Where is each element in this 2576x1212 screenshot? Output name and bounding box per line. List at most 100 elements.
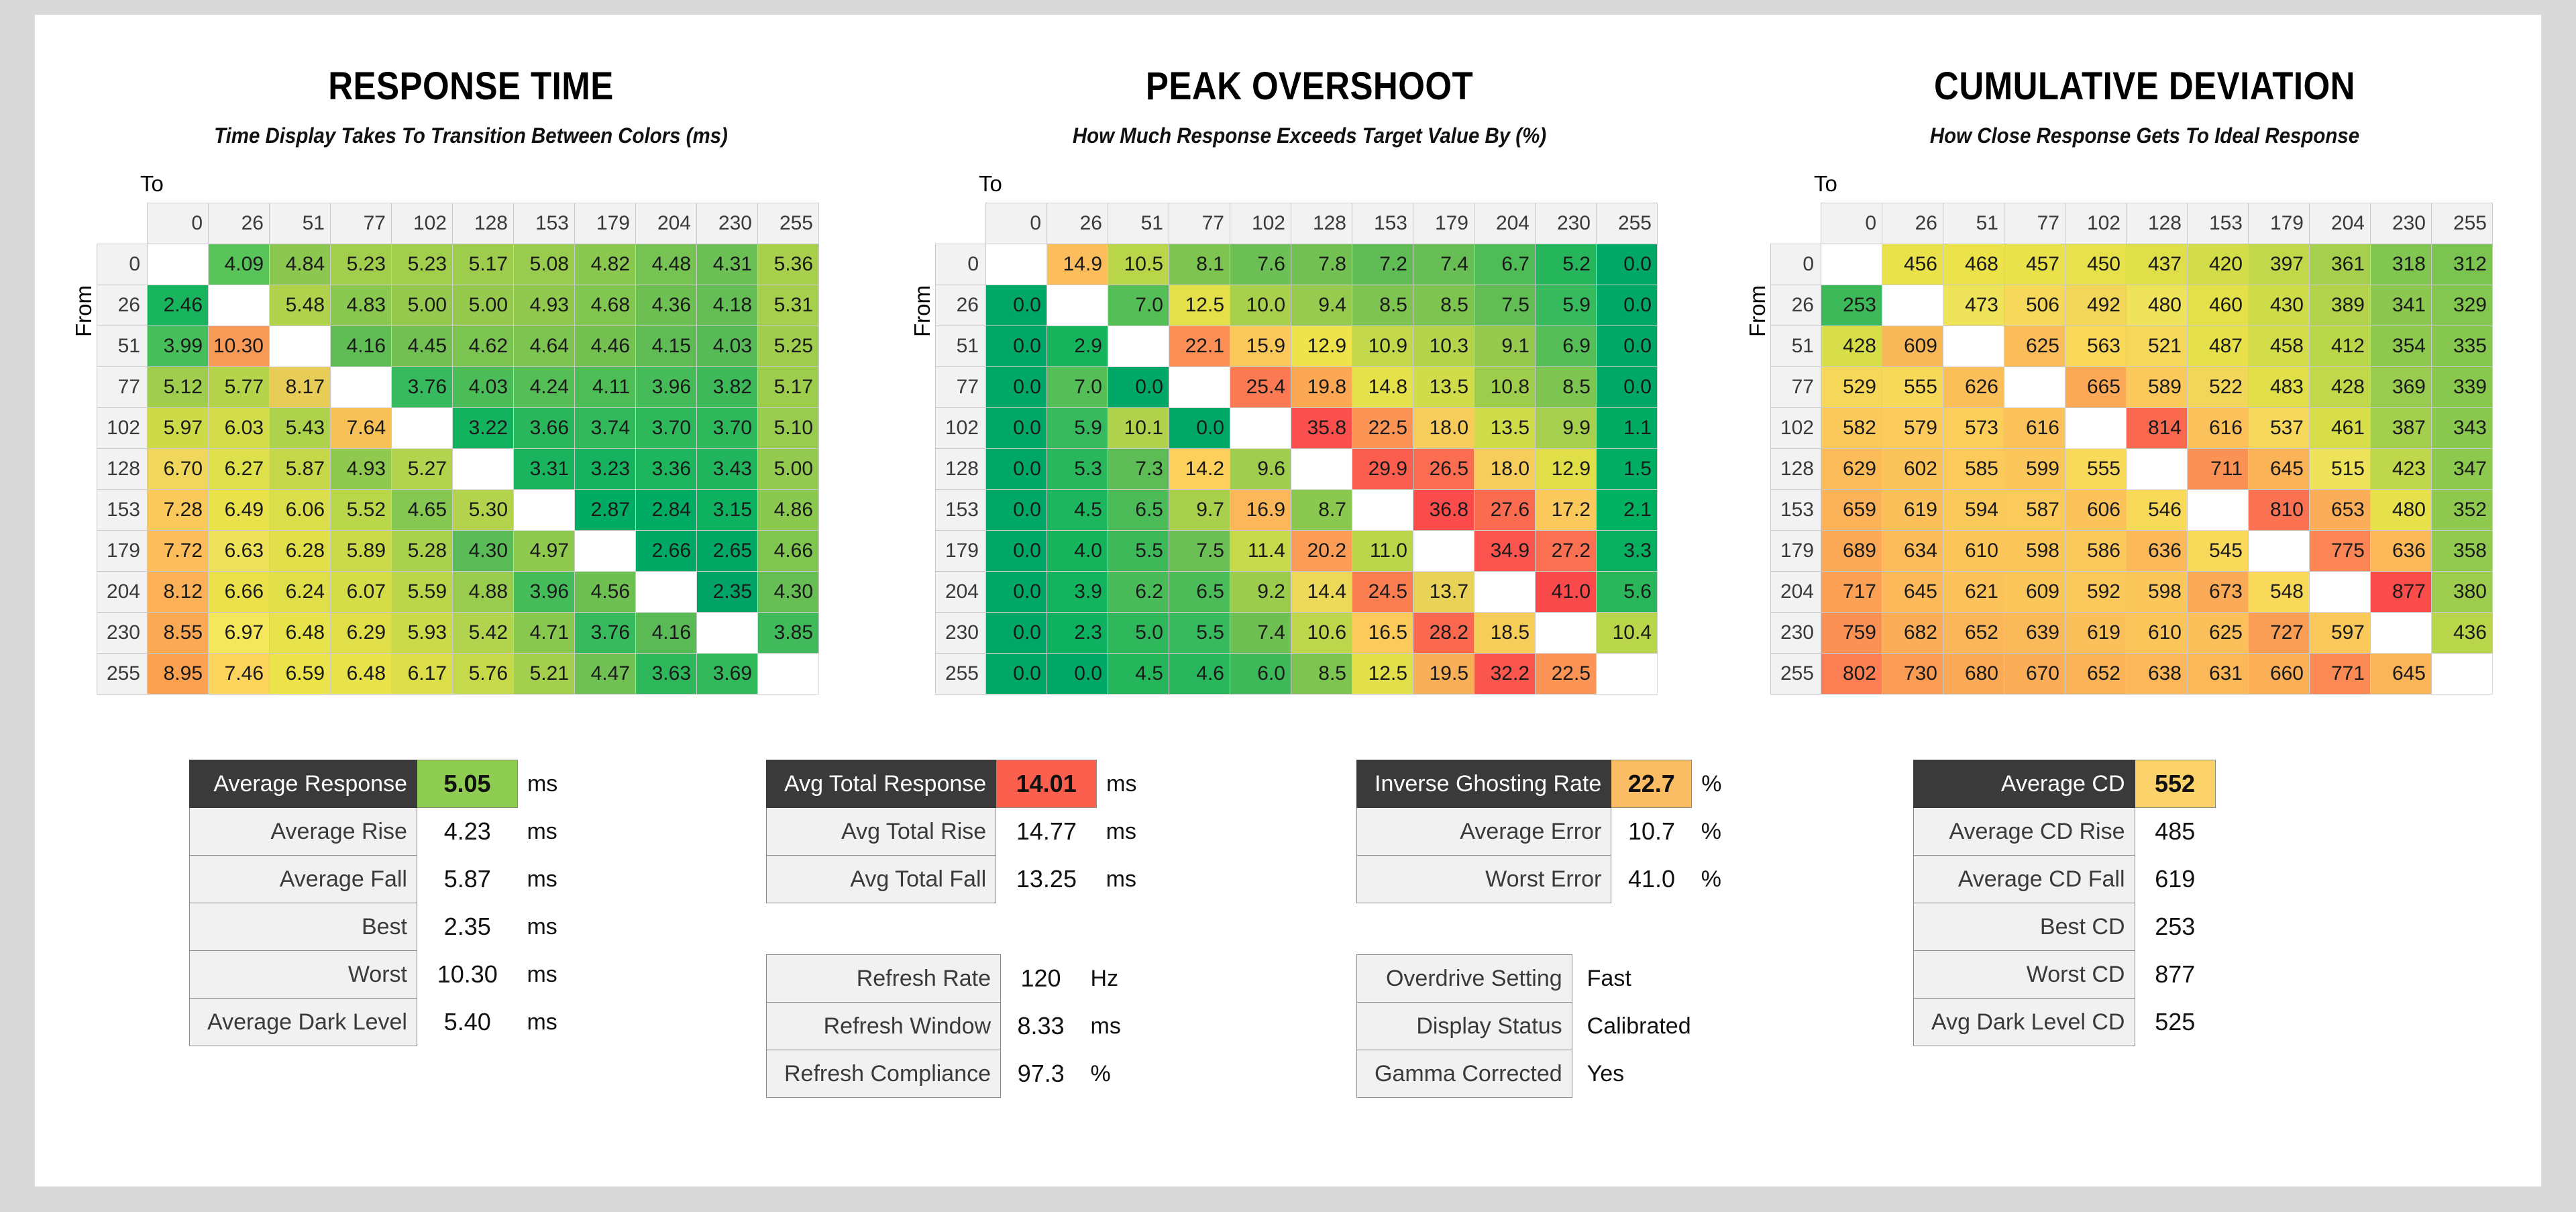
summary-label: Gamma Corrected — [1356, 1050, 1572, 1098]
column-header: 179 — [2248, 203, 2310, 244]
matrix-cell: 28.2 — [1413, 612, 1474, 654]
matrix-cell: 5.21 — [513, 653, 575, 695]
matrix-cell: 4.93 — [330, 448, 392, 490]
matrix-cell: 6.28 — [269, 530, 331, 572]
table-row: 26 253 473 506 492 480 460 430 389 341 329 — [1770, 285, 2493, 326]
table-row: 0 456 468 457 450 437 420 397 361 318 312 — [1770, 244, 2493, 285]
summary-row: Average Dark Level 5.40 ms — [189, 998, 565, 1046]
summary-row: Worst CD 877 — [1913, 950, 2263, 999]
matrix-cell: 4.62 — [452, 325, 514, 367]
row-header: 204 — [1770, 571, 1821, 613]
matrix-cell-diagonal — [1596, 653, 1658, 695]
matrix-cell: 689 — [1821, 530, 1882, 572]
matrix-cell: 6.2 — [1108, 571, 1169, 613]
matrix-cell: 6.70 — [147, 448, 209, 490]
matrix-cell: 673 — [2187, 571, 2249, 613]
matrix-cell: 2.35 — [696, 571, 758, 613]
column-header: 153 — [2187, 203, 2249, 244]
matrix-cell: 423 — [2370, 448, 2432, 490]
matrix-cell: 877 — [2370, 571, 2432, 613]
column-header: 0 — [985, 203, 1047, 244]
matrix-cell: 616 — [2004, 407, 2065, 449]
column-header: 51 — [269, 203, 331, 244]
summary-value: 2.35 — [443, 913, 491, 940]
summary-table: Average CD 552 Average CD Rise 485 Average C… — [1913, 760, 2263, 1046]
matrix-cell: 26.5 — [1413, 448, 1474, 490]
row-header: 255 — [97, 653, 148, 695]
matrix-cell: 5.5 — [1169, 612, 1230, 654]
matrix-cell-diagonal — [2126, 448, 2188, 490]
matrix-cell: 8.5 — [1535, 366, 1597, 408]
matrix-cell: 616 — [2187, 407, 2249, 449]
summary-value: Yes — [1587, 1060, 1625, 1087]
matrix-cell: 9.1 — [1474, 325, 1536, 367]
matrix-cell: 638 — [2126, 653, 2188, 695]
matrix-cell: 7.4 — [1230, 612, 1291, 654]
matrix-cell: 4.65 — [391, 489, 453, 531]
summary-unit: ms — [1106, 770, 1137, 797]
matrix-cell: 563 — [2065, 325, 2127, 367]
table-row: 255 0.0 0.0 4.5 4.6 6.0 8.5 12.5 19.5 32.2 22.5 — [935, 653, 1658, 695]
matrix-cell: 0.0 — [1596, 244, 1658, 285]
matrix-cell: 598 — [2126, 571, 2188, 613]
column-header: 204 — [1474, 203, 1536, 244]
matrix-cell: 522 — [2187, 366, 2249, 408]
matrix-cell: 430 — [2248, 285, 2310, 326]
matrix-cell: 592 — [2065, 571, 2127, 613]
matrix-cell: 318 — [2370, 244, 2432, 285]
matrix-cell: 626 — [1943, 366, 2004, 408]
column-header: 153 — [513, 203, 575, 244]
matrix-cell: 0.0 — [1046, 653, 1108, 695]
matrix-cell: 4.93 — [513, 285, 575, 326]
matrix-cell: 4.36 — [635, 285, 697, 326]
row-header: 77 — [935, 366, 986, 408]
matrix-cell: 3.3 — [1596, 530, 1658, 572]
column-header: 0 — [1821, 203, 1882, 244]
summary-label: Avg Total Fall — [765, 855, 997, 903]
matrix-cell: 5.2 — [1535, 244, 1597, 285]
summary-value: 13.25 — [1016, 865, 1077, 893]
row-header: 128 — [1770, 448, 1821, 490]
matrix-cell-diagonal — [2004, 366, 2065, 408]
matrix-cell: 24.5 — [1352, 571, 1413, 613]
summary-label: Average Rise — [189, 807, 417, 856]
matrix-cell: 625 — [2187, 612, 2249, 654]
matrix-cell: 25.4 — [1230, 366, 1291, 408]
matrix-cell: 6.24 — [269, 571, 331, 613]
summary-value-highlight: 5.05 — [416, 760, 518, 808]
table-row: 179 0.0 4.0 5.5 7.5 11.4 20.2 11.0 34.9 27.2 3.3 — [935, 530, 1658, 572]
matrix-cell: 347 — [2431, 448, 2493, 490]
matrix-cell: 515 — [2309, 448, 2371, 490]
matrix-cell: 599 — [2004, 448, 2065, 490]
matrix-cell: 5.23 — [391, 244, 453, 285]
matrix-cell: 5.5 — [1108, 530, 1169, 572]
summary-value: 485 — [2155, 817, 2196, 846]
summary-label: Inverse Ghosting Rate — [1356, 760, 1612, 808]
matrix-cell: 5.25 — [757, 325, 819, 367]
matrix-cell: 5.36 — [757, 244, 819, 285]
matrix-cell: 6.06 — [269, 489, 331, 531]
matrix-cell: 585 — [1943, 448, 2004, 490]
summary-unit: ms — [527, 818, 557, 844]
matrix-cell: 619 — [2065, 612, 2127, 654]
matrix-cell: 3.96 — [635, 366, 697, 408]
matrix-cell: 680 — [1943, 653, 2004, 695]
matrix-cell: 3.63 — [635, 653, 697, 695]
summary-row: Average Rise 4.23 ms — [189, 807, 565, 856]
matrix-cell: 436 — [2431, 612, 2493, 654]
summary-label: Display Status — [1356, 1002, 1572, 1050]
summary-value: 10.30 — [437, 960, 498, 988]
table-row: 179 7.72 6.63 6.28 5.89 5.28 4.30 4.97 2.66 2.65 4… — [97, 530, 819, 572]
matrix-cell: 4.16 — [635, 612, 697, 654]
matrix-cell: 4.56 — [574, 571, 636, 613]
matrix-cell: 354 — [2370, 325, 2432, 367]
matrix-cell: 4.86 — [757, 489, 819, 531]
row-header: 51 — [97, 325, 148, 367]
matrix-cell: 3.99 — [147, 325, 209, 367]
matrix-cell: 3.66 — [513, 407, 575, 449]
matrix-cell: 3.85 — [757, 612, 819, 654]
matrix-cell: 20.2 — [1291, 530, 1352, 572]
matrix-cell: 4.5 — [1108, 653, 1169, 695]
matrix-cell-diagonal — [2370, 612, 2432, 654]
summary-label: Average CD — [1913, 760, 2135, 808]
